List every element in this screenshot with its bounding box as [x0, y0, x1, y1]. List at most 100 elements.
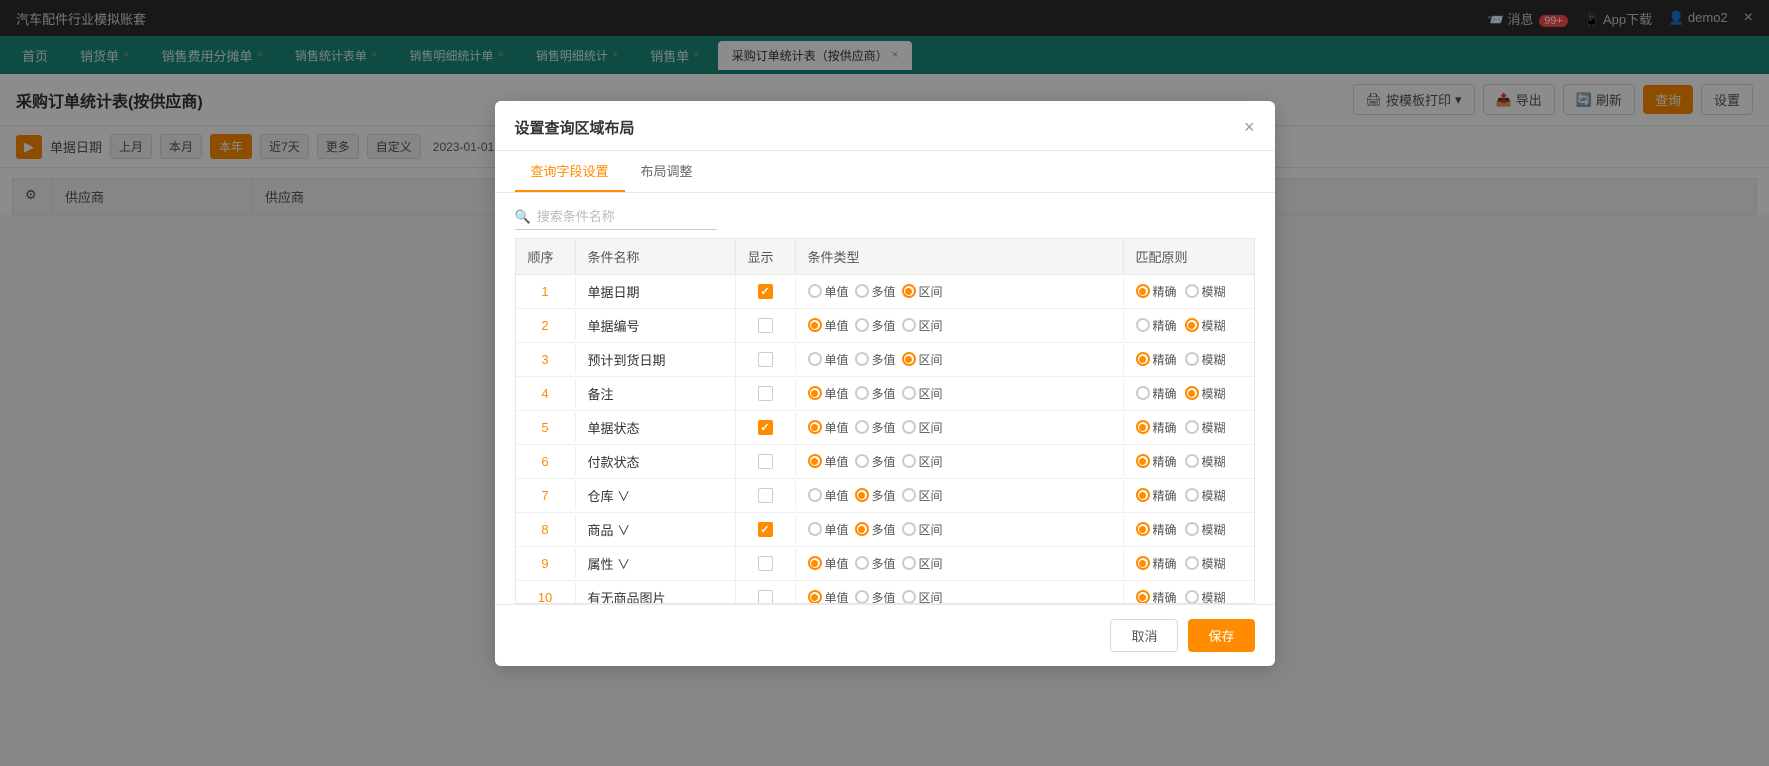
row-order: 2	[516, 311, 576, 340]
row-name: 预计到货日期	[576, 343, 736, 376]
cancel-button[interactable]: 取消	[1110, 619, 1178, 652]
fuzzy-radio[interactable]: 模糊	[1185, 317, 1226, 334]
row-cond-type: 单值 多值 区间	[796, 344, 1124, 375]
exact-radio[interactable]: 精确	[1136, 487, 1177, 504]
range-radio[interactable]: 区间	[902, 555, 943, 572]
row-display	[736, 481, 796, 510]
display-checkbox[interactable]	[758, 522, 773, 537]
table-row: 1 单据日期 单值 多值 区间 精确	[516, 275, 1254, 309]
fuzzy-radio[interactable]: 模糊	[1185, 555, 1226, 572]
single-radio[interactable]: 单值	[808, 453, 849, 470]
multi-radio[interactable]: 多值	[855, 283, 896, 300]
row-cond-type: 单值 多值 区间	[796, 514, 1124, 545]
table-row: 7 仓库 ∨ 单值 多值 区间 精确	[516, 479, 1254, 513]
save-button[interactable]: 保存	[1188, 619, 1254, 652]
exact-radio[interactable]: 精确	[1136, 453, 1177, 470]
range-radio[interactable]: 区间	[902, 351, 943, 368]
range-radio[interactable]: 区间	[902, 317, 943, 334]
range-radio[interactable]: 区间	[902, 487, 943, 504]
table-row: 6 付款状态 单值 多值 区间 精确	[516, 445, 1254, 479]
row-match: 精确 模糊	[1124, 378, 1254, 409]
range-radio[interactable]: 区间	[902, 283, 943, 300]
tab-query-fields[interactable]: 查询字段设置	[515, 151, 625, 192]
exact-radio[interactable]: 精确	[1136, 419, 1177, 436]
multi-radio[interactable]: 多值	[855, 419, 896, 436]
multi-radio[interactable]: 多值	[855, 351, 896, 368]
row-cond-type: 单值 多值 区间	[796, 548, 1124, 579]
range-radio[interactable]: 区间	[902, 521, 943, 538]
single-radio[interactable]: 单值	[808, 283, 849, 300]
range-radio[interactable]: 区间	[902, 453, 943, 470]
fuzzy-radio[interactable]: 模糊	[1185, 351, 1226, 368]
display-checkbox[interactable]	[758, 386, 773, 401]
exact-radio[interactable]: 精确	[1136, 283, 1177, 300]
table-row: 9 属性 ∨ 单值 多值 区间 精确	[516, 547, 1254, 581]
row-cond-type: 单值 多值 区间	[796, 446, 1124, 477]
exact-radio[interactable]: 精确	[1136, 351, 1177, 368]
exact-radio[interactable]: 精确	[1136, 555, 1177, 572]
multi-radio[interactable]: 多值	[855, 521, 896, 538]
display-checkbox[interactable]	[758, 590, 773, 604]
th-order: 顺序	[516, 239, 576, 274]
multi-radio[interactable]: 多值	[855, 555, 896, 572]
modal-close-button[interactable]: ×	[1244, 118, 1255, 136]
multi-radio[interactable]: 多值	[855, 487, 896, 504]
fuzzy-radio[interactable]: 模糊	[1185, 487, 1226, 504]
tab-layout-adjust[interactable]: 布局调整	[625, 151, 709, 192]
single-radio[interactable]: 单值	[808, 317, 849, 334]
modal-search-area: 🔍	[495, 193, 1275, 238]
exact-radio[interactable]: 精确	[1136, 589, 1177, 604]
modal-title: 设置查询区域布局	[515, 117, 635, 138]
row-order: 6	[516, 447, 576, 476]
row-order: 7	[516, 481, 576, 510]
row-order: 4	[516, 379, 576, 408]
display-checkbox[interactable]	[758, 352, 773, 367]
fuzzy-radio[interactable]: 模糊	[1185, 453, 1226, 470]
row-name: 属性 ∨	[576, 547, 736, 580]
single-radio[interactable]: 单值	[808, 521, 849, 538]
multi-radio[interactable]: 多值	[855, 317, 896, 334]
row-order: 5	[516, 413, 576, 442]
row-order: 9	[516, 549, 576, 578]
display-checkbox[interactable]	[758, 488, 773, 503]
range-radio[interactable]: 区间	[902, 419, 943, 436]
row-display	[736, 379, 796, 408]
single-radio[interactable]: 单值	[808, 487, 849, 504]
display-checkbox[interactable]	[758, 556, 773, 571]
single-radio[interactable]: 单值	[808, 555, 849, 572]
single-radio[interactable]: 单值	[808, 419, 849, 436]
multi-radio[interactable]: 多值	[855, 385, 896, 402]
display-checkbox[interactable]	[758, 420, 773, 435]
single-radio[interactable]: 单值	[808, 589, 849, 604]
display-checkbox[interactable]	[758, 454, 773, 469]
single-radio[interactable]: 单值	[808, 385, 849, 402]
row-match: 精确 模糊	[1124, 310, 1254, 341]
row-order: 1	[516, 277, 576, 306]
row-order: 10	[516, 583, 576, 604]
display-checkbox[interactable]	[758, 318, 773, 333]
multi-radio[interactable]: 多值	[855, 453, 896, 470]
exact-radio[interactable]: 精确	[1136, 385, 1177, 402]
row-cond-type: 单值 多值 区间	[796, 480, 1124, 511]
row-match: 精确 模糊	[1124, 582, 1254, 604]
table-row: 8 商品 ∨ 单值 多值 区间 精确	[516, 513, 1254, 547]
range-radio[interactable]: 区间	[902, 589, 943, 604]
exact-radio[interactable]: 精确	[1136, 521, 1177, 538]
fuzzy-radio[interactable]: 模糊	[1185, 521, 1226, 538]
range-radio[interactable]: 区间	[902, 385, 943, 402]
display-checkbox[interactable]	[758, 284, 773, 299]
fuzzy-radio[interactable]: 模糊	[1185, 283, 1226, 300]
fuzzy-radio[interactable]: 模糊	[1185, 589, 1226, 604]
search-input[interactable]	[537, 209, 717, 224]
fuzzy-radio[interactable]: 模糊	[1185, 385, 1226, 402]
single-radio[interactable]: 单值	[808, 351, 849, 368]
row-cond-type: 单值 多值 区间	[796, 412, 1124, 443]
row-cond-type: 单值 多值 区间	[796, 310, 1124, 341]
exact-radio[interactable]: 精确	[1136, 317, 1177, 334]
row-order: 3	[516, 345, 576, 374]
table-row: 10 有无商品图片 单值 多值 区间 精确	[516, 581, 1254, 604]
modal-table-header: 顺序 条件名称 显示 条件类型 匹配原则	[515, 238, 1255, 274]
multi-radio[interactable]: 多值	[855, 589, 896, 604]
fuzzy-radio[interactable]: 模糊	[1185, 419, 1226, 436]
row-name: 单据状态	[576, 411, 736, 444]
